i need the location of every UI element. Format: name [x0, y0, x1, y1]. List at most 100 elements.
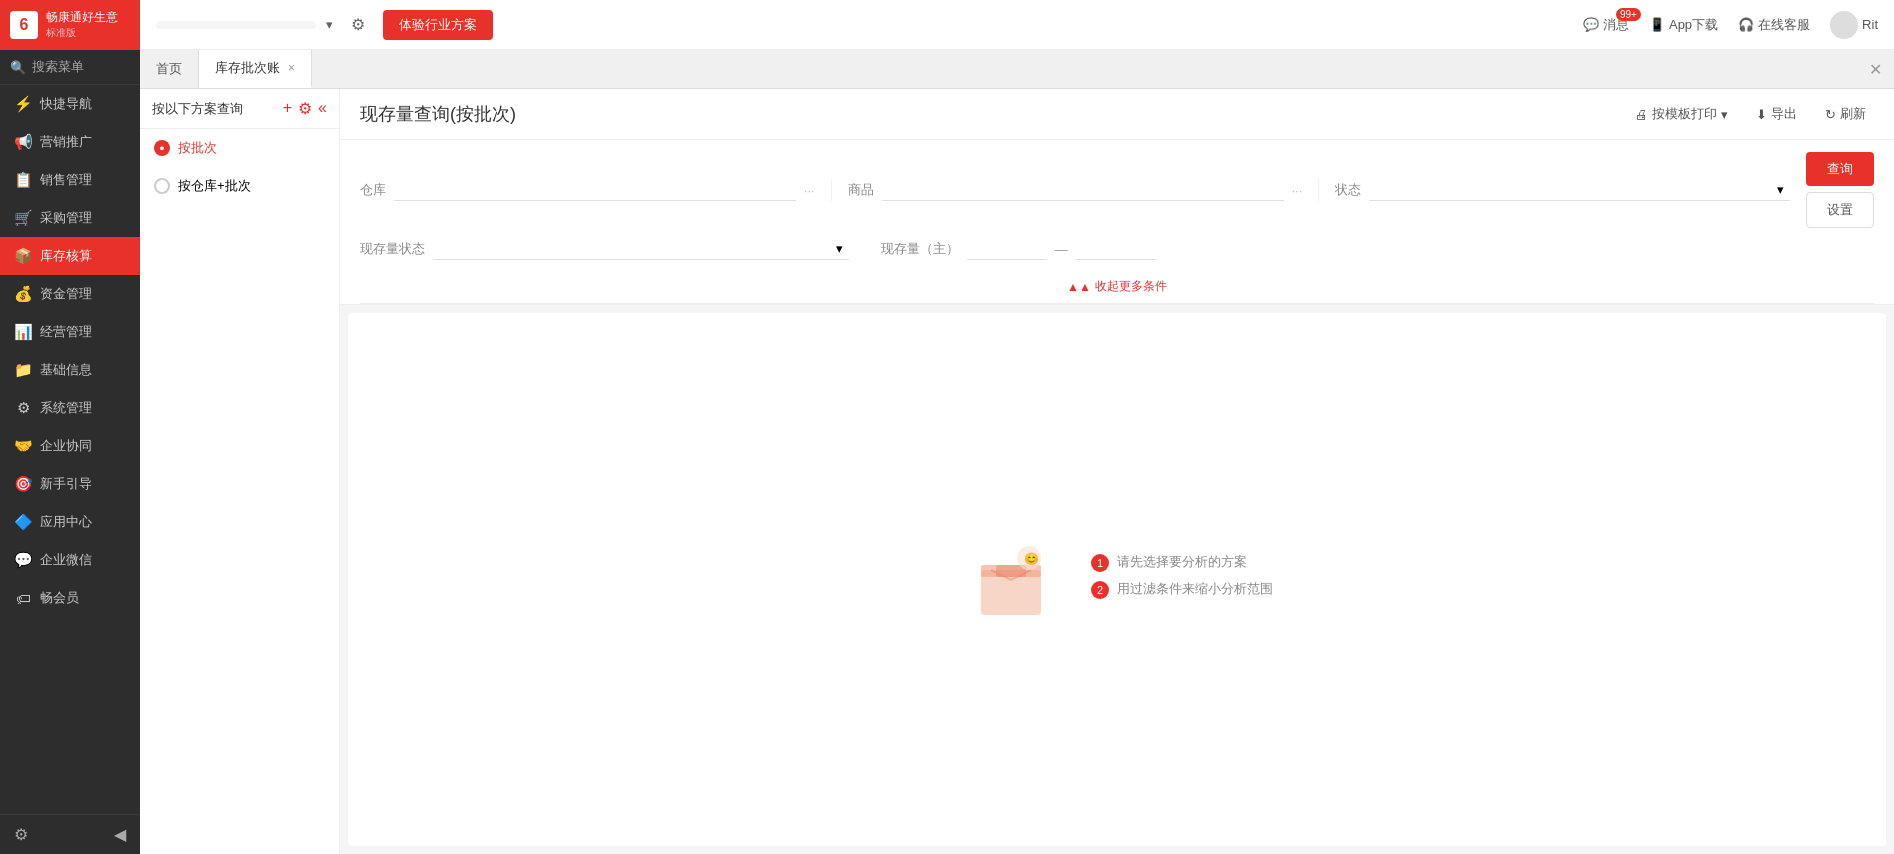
app-name: 畅康通好生意	[46, 10, 118, 26]
status-select[interactable]: ▾	[1369, 179, 1790, 201]
product-input[interactable]	[882, 179, 1284, 201]
scheme-item-warehouse-batch[interactable]: ○ 按仓库+批次	[140, 167, 339, 205]
empty-illustration: 😊	[961, 530, 1061, 630]
sidebar-item-purchase[interactable]: 🛒 采购管理	[0, 199, 140, 237]
stock-status-select[interactable]: ▾	[433, 238, 849, 260]
hint-text-1: 请先选择要分析的方案	[1117, 553, 1247, 571]
topbar-settings-icon[interactable]: ⚙	[343, 10, 373, 40]
stock-status-filter: 现存量状态 ▾	[360, 238, 865, 260]
sidebar-item-finance[interactable]: 💰 资金管理	[0, 275, 140, 313]
sidebar-item-label: 企业协同	[40, 437, 92, 455]
stock-status-chevron-icon: ▾	[836, 241, 843, 256]
online-service-button[interactable]: 🎧 在线客服	[1738, 16, 1810, 34]
warehouse-input[interactable]	[394, 179, 796, 201]
scheme-item-batch[interactable]: ● 按批次	[140, 129, 339, 167]
enterprise-icon: 🤝	[14, 437, 32, 455]
hint-num-2: 2	[1091, 581, 1109, 599]
app-logo: 6	[10, 11, 38, 39]
sidebar-item-member[interactable]: 🏷 畅会员	[0, 579, 140, 617]
sidebar-item-inventory[interactable]: 📦 库存核算	[0, 237, 140, 275]
hint-num-1: 1	[1091, 554, 1109, 572]
sidebar-item-basic-info[interactable]: 📁 基础信息	[0, 351, 140, 389]
scheme-dot-inactive: ○	[154, 178, 170, 194]
export-label: 导出	[1771, 105, 1797, 123]
empty-hint-2: 2 用过滤条件来缩小分析范围	[1091, 580, 1273, 599]
app-download-button[interactable]: 📱 App下载	[1649, 16, 1718, 34]
sidebar-item-operations[interactable]: 📊 经营管理	[0, 313, 140, 351]
svg-text:😊: 😊	[1024, 551, 1039, 566]
sidebar-item-label: 经营管理	[40, 323, 92, 341]
message-badge: 99+	[1616, 8, 1641, 21]
purchase-icon: 🛒	[14, 209, 32, 227]
export-button[interactable]: ⬇ 导出	[1748, 101, 1805, 127]
topbar-dropdown[interactable]: ▾	[326, 17, 333, 32]
sidebar-item-guide[interactable]: 🎯 新手引导	[0, 465, 140, 503]
app-download-label: App下载	[1669, 16, 1718, 34]
sales-icon: 📋	[14, 171, 32, 189]
operations-icon: 📊	[14, 323, 32, 341]
guide-icon: 🎯	[14, 475, 32, 493]
sidebar-item-label: 新手引导	[40, 475, 92, 493]
message-button[interactable]: 💬 消息 99+	[1583, 16, 1629, 34]
inventory-icon: 📦	[14, 247, 32, 265]
sidebar-item-enterprise[interactable]: 🤝 企业协同	[0, 427, 140, 465]
scheme-add-icon[interactable]: +	[283, 99, 292, 118]
global-close-button[interactable]: ✕	[1857, 60, 1894, 79]
online-service-label: 在线客服	[1758, 16, 1810, 34]
warehouse-more-icon[interactable]: ···	[804, 183, 815, 198]
scheme-panel: 按以下方案查询 + ⚙ « ● 按批次 ○ 按仓库+批次	[140, 89, 340, 854]
collapse-bar[interactable]: ▲▲ 收起更多条件	[360, 270, 1874, 304]
sidebar-search[interactable]: 🔍 搜索菜单	[0, 50, 140, 85]
user-avatar-button[interactable]: Rit	[1830, 11, 1878, 39]
export-icon: ⬇	[1756, 107, 1767, 122]
sidebar-search-label: 搜索菜单	[32, 58, 84, 76]
scheme-settings-icon[interactable]: ⚙	[298, 99, 312, 118]
topbar-search-box	[156, 21, 316, 29]
query-button[interactable]: 查询	[1806, 152, 1874, 186]
status-filter: 状态 ▾	[1319, 179, 1790, 201]
sidebar-scroll: 🔍 搜索菜单 ⚡ 快捷导航 📢 营销推广 📋 销售管理 🛒 采购管理 📦 库存核…	[0, 50, 140, 814]
home-tab-label: 首页	[156, 60, 182, 78]
sidebar-item-label: 快捷导航	[40, 95, 92, 113]
page-title: 现存量查询(按批次)	[360, 102, 516, 126]
chevron-down-icon: ▾	[326, 17, 333, 32]
stock-quantity-min-input[interactable]	[967, 238, 1047, 260]
member-icon: 🏷	[14, 589, 32, 607]
status-chevron-icon: ▾	[1777, 182, 1784, 197]
refresh-button[interactable]: ↻ 刷新	[1817, 101, 1874, 127]
sidebar-item-quick-nav[interactable]: ⚡ 快捷导航	[0, 85, 140, 123]
message-icon: 💬	[1583, 17, 1599, 32]
warehouse-filter: 仓库 ···	[360, 179, 832, 201]
sidebar-item-app-center[interactable]: 🔷 应用中心	[0, 503, 140, 541]
stock-status-label: 现存量状态	[360, 240, 425, 258]
content-area: 按以下方案查询 + ⚙ « ● 按批次 ○ 按仓库+批次 现存量查询(按批次)	[140, 89, 1894, 854]
settings-button[interactable]: 设置	[1806, 192, 1874, 228]
stock-quantity-filter: 现存量（主） —	[865, 238, 1386, 260]
footer-settings-icon[interactable]: ⚙	[14, 825, 28, 844]
sidebar-item-wechat[interactable]: 💬 企业微信	[0, 541, 140, 579]
wechat-icon: 💬	[14, 551, 32, 569]
scheme-header-actions: + ⚙ «	[283, 99, 327, 118]
footer-collapse-icon[interactable]: ◀	[114, 825, 126, 844]
sidebar-item-marketing[interactable]: 📢 营销推广	[0, 123, 140, 161]
product-more-icon[interactable]: ···	[1292, 183, 1303, 198]
page-header-actions: 🖨 按模板打印 ▾ ⬇ 导出 ↻ 刷新	[1627, 101, 1874, 127]
tab-close-button[interactable]: ×	[288, 61, 295, 75]
scheme-collapse-icon[interactable]: «	[318, 99, 327, 118]
tab-home[interactable]: 首页	[140, 50, 199, 88]
warehouse-label: 仓库	[360, 181, 386, 199]
trial-button[interactable]: 体验行业方案	[383, 10, 493, 40]
avatar	[1830, 11, 1858, 39]
print-button[interactable]: 🖨 按模板打印 ▾	[1627, 101, 1736, 127]
sidebar-item-sales[interactable]: 📋 销售管理	[0, 161, 140, 199]
sidebar-item-system[interactable]: ⚙ 系统管理	[0, 389, 140, 427]
hint-text-2: 用过滤条件来缩小分析范围	[1117, 580, 1273, 598]
product-filter: 商品 ···	[832, 179, 1320, 201]
stock-quantity-max-input[interactable]	[1076, 238, 1156, 260]
filter-area: 仓库 ··· 商品 ··· 状态 ▾	[340, 140, 1894, 305]
tab-inventory-batch[interactable]: 库存批次账 ×	[199, 50, 312, 88]
empty-state: 😊 1 请先选择要分析的方案 2 用过滤条件来缩小分析范围	[348, 313, 1886, 846]
quick-nav-icon: ⚡	[14, 95, 32, 113]
sidebar-item-label: 企业微信	[40, 551, 92, 569]
print-dropdown-icon: ▾	[1721, 107, 1728, 122]
